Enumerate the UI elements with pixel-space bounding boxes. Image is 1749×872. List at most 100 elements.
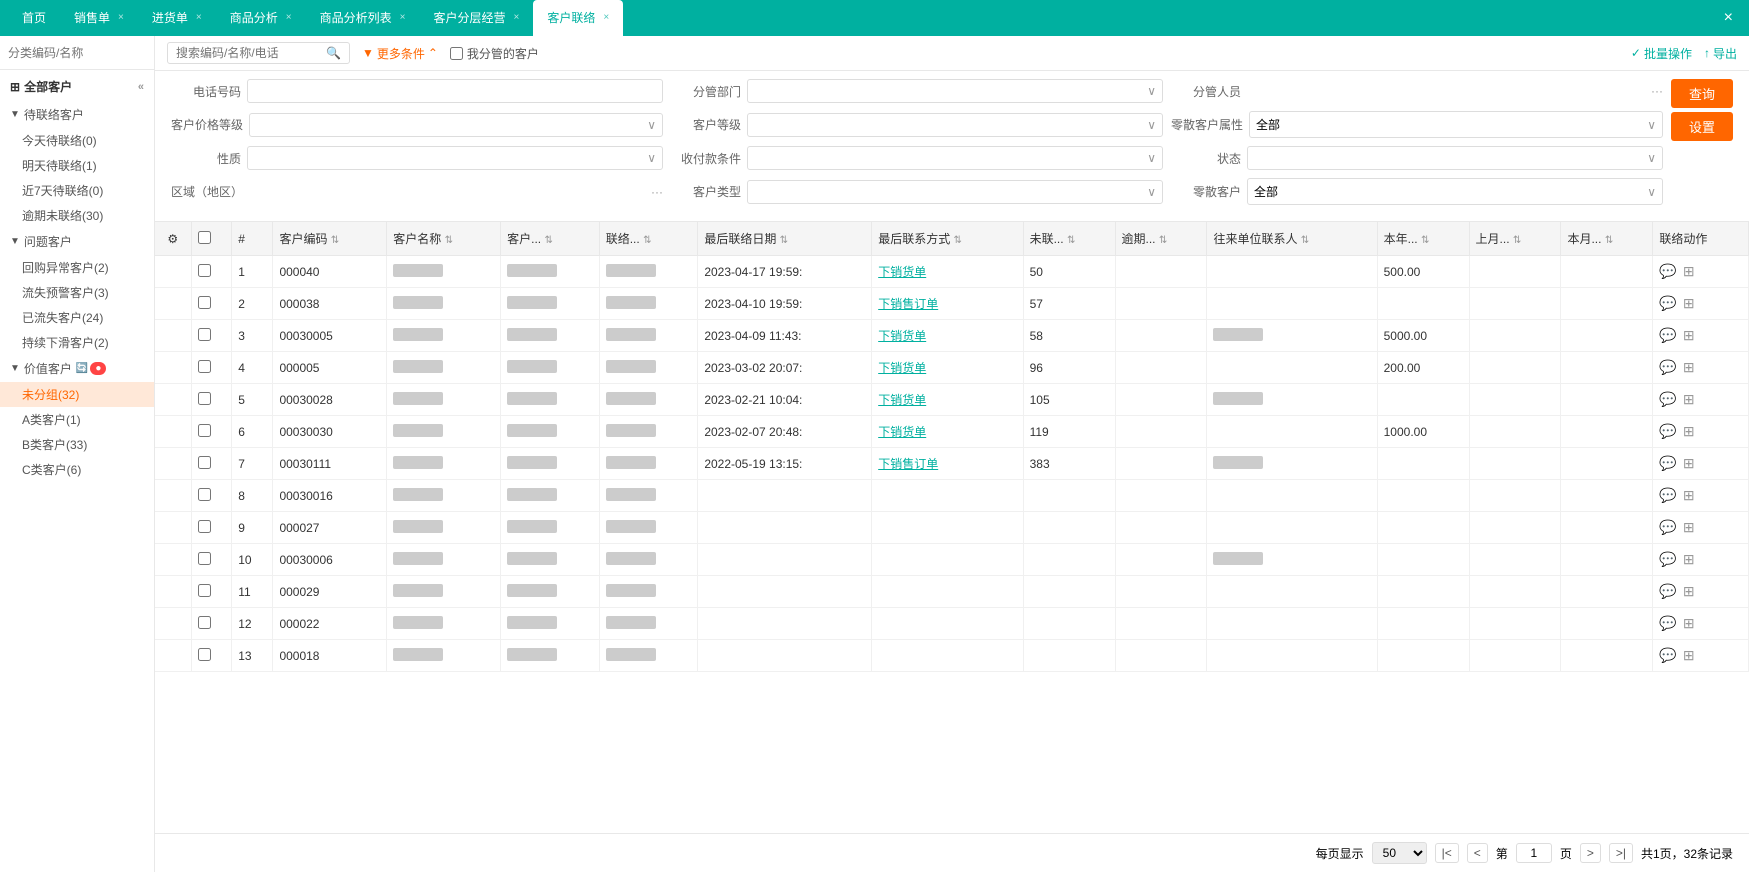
phone-action-icon[interactable]: 💬: [1659, 423, 1676, 440]
td-checkbox[interactable]: [191, 448, 232, 480]
retail-attr-select[interactable]: 全部∨: [1249, 111, 1663, 138]
row-checkbox[interactable]: [198, 360, 211, 373]
th-uncontacted[interactable]: 未联... ⇅: [1023, 222, 1115, 256]
my-customers-checkbox[interactable]: 我分管的客户: [450, 45, 539, 62]
status-select[interactable]: ∨: [1247, 146, 1663, 170]
row-checkbox[interactable]: [198, 616, 211, 629]
sidebar-abnormal-repurchase[interactable]: 回购异常客户(2): [0, 255, 154, 280]
pending-contact-group[interactable]: ▼ 待联络客户: [0, 101, 154, 128]
close-icon[interactable]: ×: [513, 0, 519, 36]
row-checkbox[interactable]: [198, 584, 211, 597]
collapse-icon[interactable]: «: [138, 81, 144, 93]
row-checkbox[interactable]: [198, 488, 211, 501]
nav-sales[interactable]: 销售单 ×: [60, 0, 138, 36]
prev-page-button[interactable]: <: [1467, 843, 1488, 863]
td-checkbox[interactable]: [191, 384, 232, 416]
row-checkbox[interactable]: [198, 392, 211, 405]
th-checkbox[interactable]: [191, 222, 232, 256]
next-page-button[interactable]: >: [1580, 843, 1601, 863]
row-checkbox[interactable]: [198, 424, 211, 437]
sidebar-class-c[interactable]: C类客户(6): [0, 457, 154, 482]
td-checkbox[interactable]: [191, 416, 232, 448]
close-icon[interactable]: ×: [118, 0, 124, 36]
more-action-icon[interactable]: ⊞: [1683, 327, 1695, 344]
th-last-month[interactable]: 上月... ⇅: [1469, 222, 1561, 256]
th-type[interactable]: 客户... ⇅: [501, 222, 600, 256]
row-checkbox[interactable]: [198, 328, 211, 341]
export-button[interactable]: ↑ 导出: [1704, 45, 1737, 62]
td-checkbox[interactable]: [191, 256, 232, 288]
more-action-icon[interactable]: ⊞: [1683, 391, 1695, 408]
td-last-method[interactable]: 下销货单: [872, 352, 1023, 384]
sidebar-churn-warning[interactable]: 流失预警客户(3): [0, 280, 154, 305]
nav-product-analysis-list[interactable]: 商品分析列表 ×: [306, 0, 420, 36]
td-last-method[interactable]: 下销货单: [872, 416, 1023, 448]
more-action-icon[interactable]: ⊞: [1683, 519, 1695, 536]
query-button[interactable]: 查询: [1671, 79, 1733, 108]
sidebar-lost-customers[interactable]: 已流失客户(24): [0, 305, 154, 330]
td-last-method[interactable]: 下销货单: [872, 320, 1023, 352]
sidebar-today-pending[interactable]: 今天待联络(0): [0, 128, 154, 153]
first-page-button[interactable]: |<: [1435, 843, 1459, 863]
customer-level-select[interactable]: ∨: [747, 113, 1163, 137]
retail-select[interactable]: 全部∨: [1247, 178, 1663, 205]
td-checkbox[interactable]: [191, 512, 232, 544]
phone-action-icon[interactable]: 💬: [1659, 487, 1676, 504]
th-contact-person[interactable]: 往来单位联系人 ⇅: [1207, 222, 1377, 256]
nav-product-analysis[interactable]: 商品分析 ×: [216, 0, 306, 36]
row-checkbox[interactable]: [198, 296, 211, 309]
region-dots[interactable]: ···: [651, 185, 663, 199]
row-checkbox[interactable]: [198, 552, 211, 565]
nav-purchase[interactable]: 进货单 ×: [138, 0, 216, 36]
td-checkbox[interactable]: [191, 320, 232, 352]
more-action-icon[interactable]: ⊞: [1683, 647, 1695, 664]
th-current-year[interactable]: 本年... ⇅: [1377, 222, 1469, 256]
close-icon[interactable]: ×: [196, 0, 202, 36]
value-customers-group[interactable]: ▼ 价值客户 🔄 ●: [0, 355, 154, 382]
sidebar-tomorrow-pending[interactable]: 明天待联络(1): [0, 153, 154, 178]
dept-select[interactable]: ∨: [747, 79, 1163, 103]
td-last-method[interactable]: 下销货单: [872, 384, 1023, 416]
more-conditions-button[interactable]: ▼ 更多条件 ⌃: [362, 45, 438, 62]
phone-action-icon[interactable]: 💬: [1659, 327, 1676, 344]
th-overdue[interactable]: 逾期... ⇅: [1115, 222, 1207, 256]
th-code[interactable]: 客户编码 ⇅: [273, 222, 387, 256]
page-input[interactable]: [1516, 843, 1552, 863]
phone-action-icon[interactable]: 💬: [1659, 295, 1676, 312]
row-checkbox[interactable]: [198, 456, 211, 469]
nature-select[interactable]: ∨: [247, 146, 663, 170]
row-checkbox[interactable]: [198, 264, 211, 277]
th-gear[interactable]: ⚙: [155, 222, 191, 256]
phone-action-icon[interactable]: 💬: [1659, 359, 1676, 376]
phone-action-icon[interactable]: 💬: [1659, 263, 1676, 280]
th-name[interactable]: 客户名称 ⇅: [387, 222, 501, 256]
sidebar-ungrouped[interactable]: 未分组(32): [0, 382, 154, 407]
contact-method-link[interactable]: 下销货单: [878, 393, 926, 407]
td-last-method[interactable]: 下销货单: [872, 256, 1023, 288]
th-last-method[interactable]: 最后联系方式 ⇅: [872, 222, 1023, 256]
all-customers-header[interactable]: ⊞ 全部客户 «: [0, 70, 154, 101]
close-icon[interactable]: ×: [286, 0, 292, 36]
nav-home[interactable]: 首页: [8, 0, 60, 36]
customer-type-select[interactable]: ∨: [747, 180, 1163, 204]
price-level-select[interactable]: ∨: [249, 113, 663, 137]
th-current-month[interactable]: 本月... ⇅: [1561, 222, 1653, 256]
phone-action-icon[interactable]: 💬: [1659, 583, 1676, 600]
td-last-method[interactable]: 下销售订单: [872, 448, 1023, 480]
contact-method-link[interactable]: 下销售订单: [878, 457, 938, 471]
window-close-button[interactable]: ×: [1716, 9, 1741, 27]
td-checkbox[interactable]: [191, 288, 232, 320]
td-checkbox[interactable]: [191, 608, 232, 640]
reset-button[interactable]: 设置: [1671, 112, 1733, 141]
contact-method-link[interactable]: 下销货单: [878, 361, 926, 375]
phone-action-icon[interactable]: 💬: [1659, 391, 1676, 408]
search-icon[interactable]: 🔍: [326, 46, 341, 60]
problem-customers-group[interactable]: ▼ 问题客户: [0, 228, 154, 255]
select-all-checkbox[interactable]: [198, 231, 211, 244]
phone-action-icon[interactable]: 💬: [1659, 455, 1676, 472]
td-checkbox[interactable]: [191, 576, 232, 608]
more-action-icon[interactable]: ⊞: [1683, 423, 1695, 440]
batch-operation-button[interactable]: ✓ 批量操作: [1631, 45, 1692, 62]
td-last-method[interactable]: 下销售订单: [872, 288, 1023, 320]
close-icon[interactable]: ×: [400, 0, 406, 36]
